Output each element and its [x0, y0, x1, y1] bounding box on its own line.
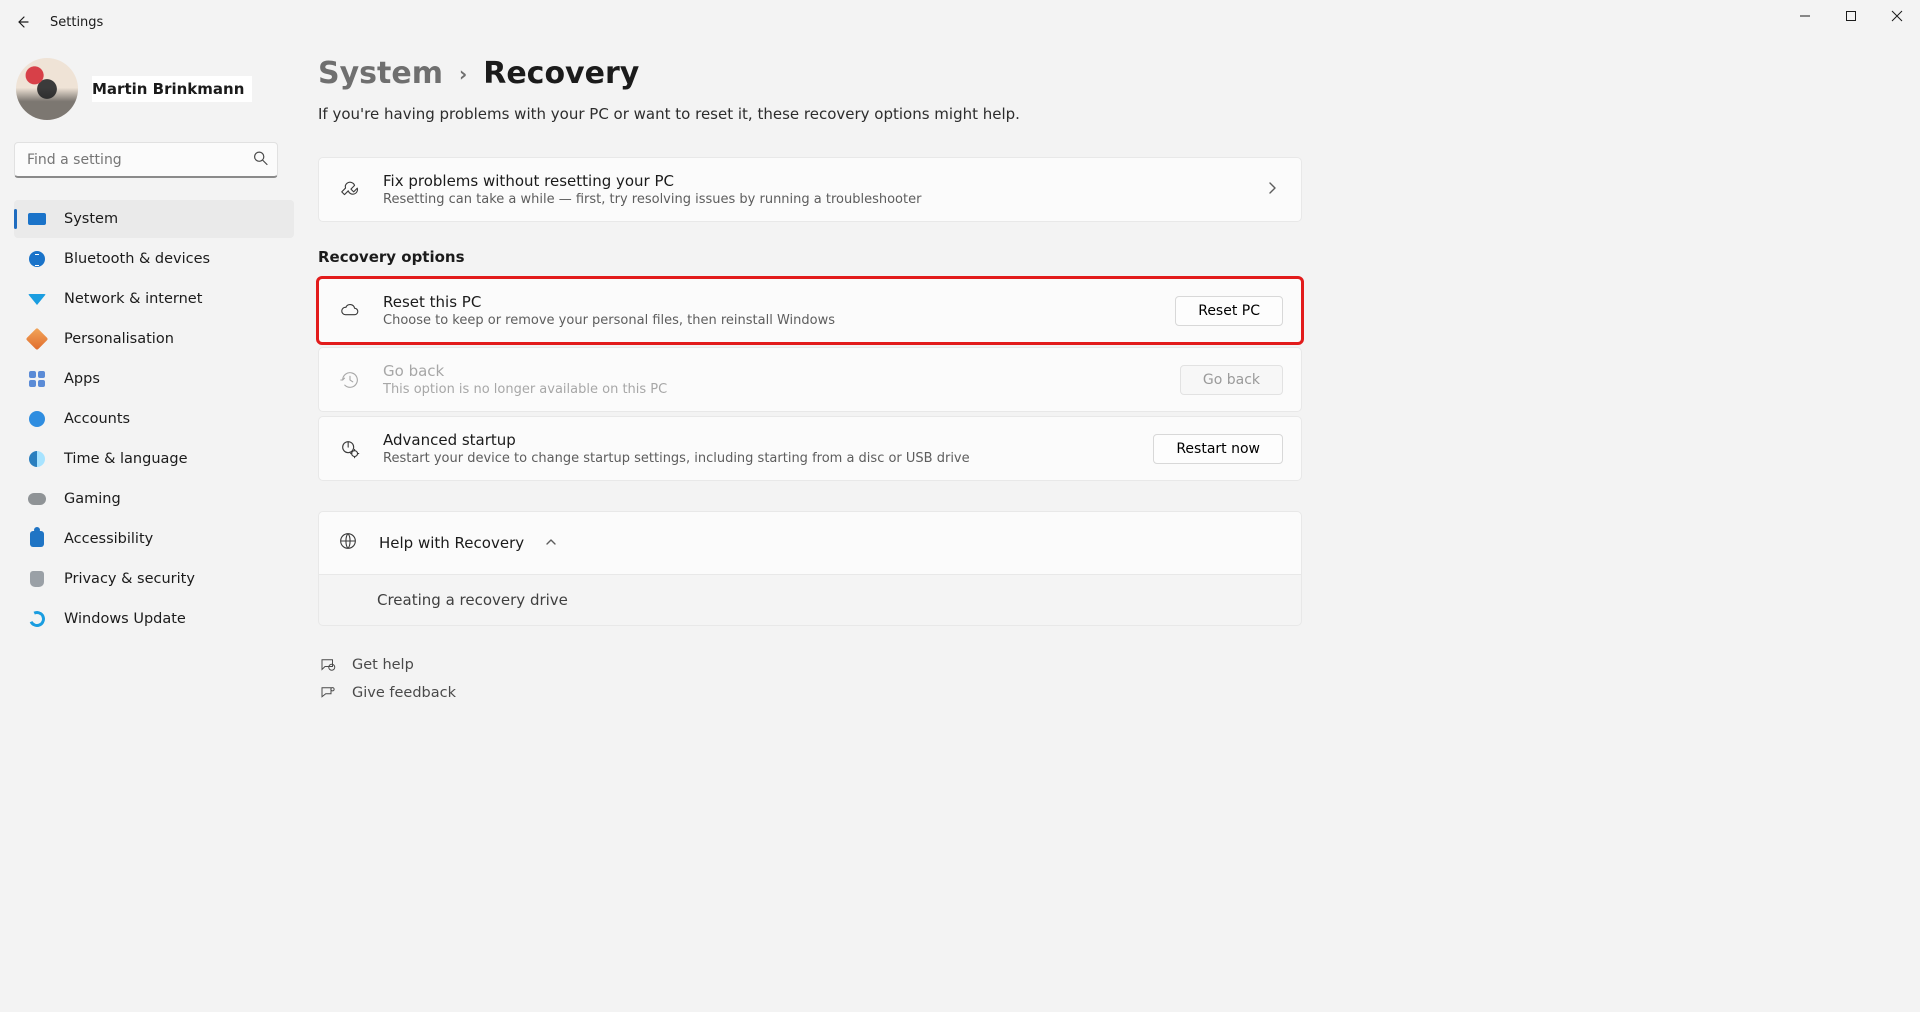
search-icon: [253, 151, 268, 170]
sidebar-item-label: Network & internet: [64, 291, 202, 307]
accessibility-icon: [28, 530, 46, 548]
minimize-button[interactable]: [1782, 0, 1828, 32]
search-input[interactable]: [14, 142, 278, 178]
cloud-reset-icon: [337, 300, 363, 322]
card-go-back: Go back This option is no longer availab…: [318, 347, 1302, 412]
sidebar-item-privacy[interactable]: Privacy & security: [14, 560, 294, 598]
globe-help-icon: [337, 530, 359, 556]
apps-icon: [28, 370, 46, 388]
history-icon: [337, 369, 363, 391]
breadcrumb-parent[interactable]: System: [318, 56, 443, 91]
help-link-recovery-drive[interactable]: Creating a recovery drive: [318, 575, 1302, 626]
restart-now-button[interactable]: Restart now: [1153, 434, 1283, 464]
card-help-with-recovery[interactable]: Help with Recovery: [318, 511, 1302, 575]
title-bar: Settings: [0, 0, 1920, 44]
recovery-options-label: Recovery options: [318, 248, 1860, 266]
card-desc: Choose to keep or remove your personal f…: [383, 313, 1155, 328]
sidebar-item-label: Bluetooth & devices: [64, 251, 210, 267]
globe-clock-icon: [28, 450, 46, 468]
window-title: Settings: [50, 15, 103, 30]
close-button[interactable]: [1874, 0, 1920, 32]
main-content: System › Recovery If you're having probl…: [318, 56, 1860, 702]
sidebar-item-bluetooth[interactable]: Bluetooth & devices: [14, 240, 294, 278]
card-title: Advanced startup: [383, 431, 1133, 449]
get-help-label: Get help: [352, 657, 414, 673]
reset-pc-button[interactable]: Reset PC: [1175, 296, 1283, 326]
sidebar-item-accessibility[interactable]: Accessibility: [14, 520, 294, 558]
chevron-right-icon: [1265, 180, 1283, 199]
search-box[interactable]: [14, 142, 278, 178]
window-controls: [1782, 0, 1920, 32]
sidebar-item-label: Accounts: [64, 411, 130, 427]
give-feedback-link[interactable]: Give feedback: [318, 684, 1860, 702]
chevron-right-icon: ›: [459, 62, 467, 86]
back-button[interactable]: [0, 0, 44, 44]
card-title: Reset this PC: [383, 293, 1155, 311]
sidebar-item-personalisation[interactable]: Personalisation: [14, 320, 294, 358]
sidebar-item-label: Gaming: [64, 491, 121, 507]
sidebar: Martin Brinkmann System Bluetooth & devi…: [14, 52, 294, 638]
get-help-link[interactable]: Get help: [318, 656, 1860, 674]
gamepad-icon: [28, 490, 46, 508]
sidebar-item-label: Time & language: [64, 451, 188, 467]
give-feedback-label: Give feedback: [352, 685, 456, 701]
close-icon: [1891, 10, 1903, 22]
sidebar-item-label: Apps: [64, 371, 100, 387]
card-title: Go back: [383, 362, 1160, 380]
wifi-icon: [28, 290, 46, 308]
card-title: Help with Recovery: [379, 534, 524, 552]
card-title: Fix problems without resetting your PC: [383, 172, 1245, 190]
sidebar-item-accounts[interactable]: Accounts: [14, 400, 294, 438]
bluetooth-icon: [28, 250, 46, 268]
help-chat-icon: [318, 656, 338, 674]
sidebar-item-system[interactable]: System: [14, 200, 294, 238]
sidebar-item-windows-update[interactable]: Windows Update: [14, 600, 294, 638]
sidebar-item-label: Accessibility: [64, 531, 153, 547]
paintbrush-icon: [28, 330, 46, 348]
arrow-left-icon: [14, 14, 30, 30]
profile-name: Martin Brinkmann: [92, 76, 252, 102]
power-gear-icon: [337, 438, 363, 460]
breadcrumb: System › Recovery: [318, 56, 1860, 91]
card-fix-problems[interactable]: Fix problems without resetting your PC R…: [318, 157, 1302, 222]
wrench-icon: [337, 179, 363, 201]
update-icon: [28, 610, 46, 628]
sidebar-item-gaming[interactable]: Gaming: [14, 480, 294, 518]
sidebar-item-time-language[interactable]: Time & language: [14, 440, 294, 478]
feedback-icon: [318, 684, 338, 702]
minimize-icon: [1799, 10, 1811, 22]
avatar: [16, 58, 78, 120]
sidebar-nav: System Bluetooth & devices Network & int…: [14, 200, 294, 638]
sidebar-item-label: Privacy & security: [64, 571, 195, 587]
chevron-up-icon[interactable]: [544, 534, 558, 553]
page-title: Recovery: [483, 56, 639, 91]
card-desc: Restart your device to change startup se…: [383, 451, 1133, 466]
card-reset-this-pc: Reset this PC Choose to keep or remove y…: [318, 278, 1302, 343]
sidebar-item-label: Windows Update: [64, 611, 186, 627]
profile-block[interactable]: Martin Brinkmann: [14, 52, 294, 138]
card-advanced-startup: Advanced startup Restart your device to …: [318, 416, 1302, 481]
shield-icon: [28, 570, 46, 588]
sidebar-item-label: System: [64, 211, 118, 227]
card-desc: Resetting can take a while — first, try …: [383, 192, 1245, 207]
go-back-button: Go back: [1180, 365, 1283, 395]
sidebar-item-network[interactable]: Network & internet: [14, 280, 294, 318]
sidebar-item-apps[interactable]: Apps: [14, 360, 294, 398]
system-icon: [28, 210, 46, 228]
sidebar-item-label: Personalisation: [64, 331, 174, 347]
maximize-button[interactable]: [1828, 0, 1874, 32]
footer-links: Get help Give feedback: [318, 656, 1860, 702]
person-icon: [28, 410, 46, 428]
card-desc: This option is no longer available on th…: [383, 382, 1160, 397]
page-subtitle: If you're having problems with your PC o…: [318, 105, 1860, 123]
maximize-icon: [1845, 10, 1857, 22]
